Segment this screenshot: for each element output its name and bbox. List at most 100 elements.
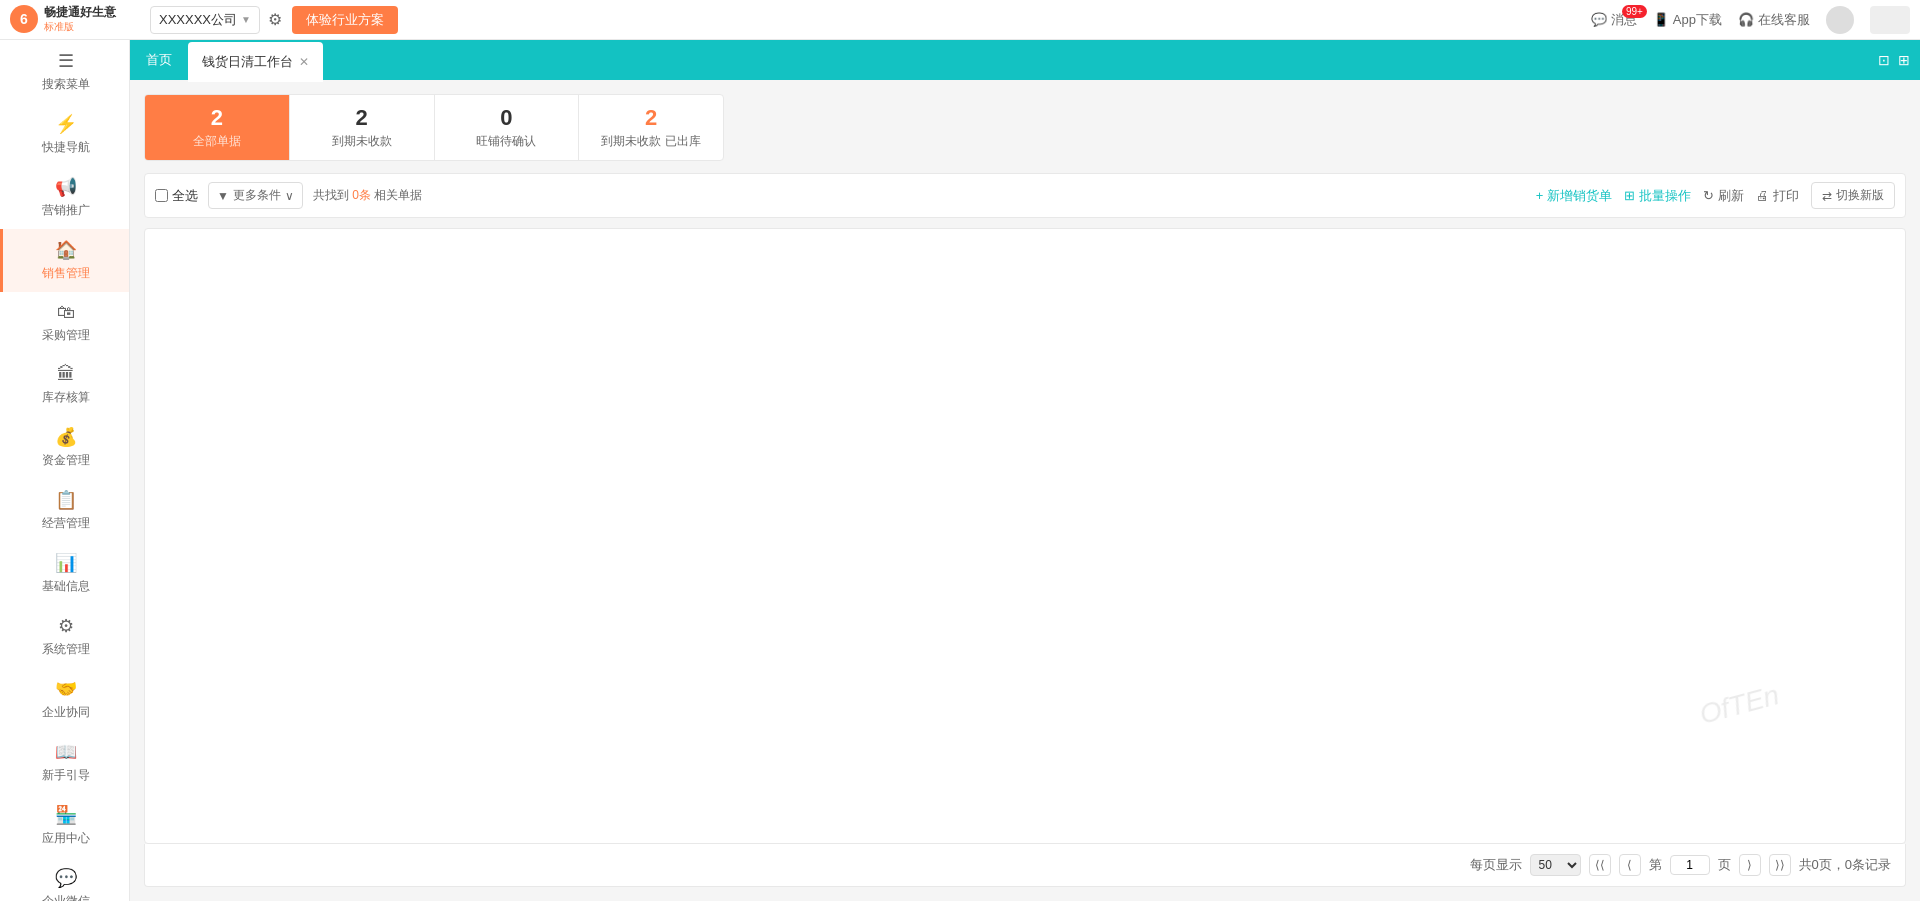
tab-workbench[interactable]: 钱货日清工作台 ✕ [188,42,323,82]
print-button[interactable]: 🖨 打印 [1756,187,1799,205]
operations-icon: 📋 [55,489,77,511]
stats-num-all: 2 [159,105,275,131]
service-icon: 🎧 [1738,12,1754,27]
sidebar-item-marketing[interactable]: 📢 营销推广 [0,166,129,229]
sidebar-label-quicknav: 快捷导航 [42,139,90,156]
sidebar-item-purchase[interactable]: 🛍 采购管理 [0,292,129,354]
stats-tab-overdue[interactable]: 2 到期未收款 [290,95,435,160]
user-name-area[interactable] [1870,6,1910,34]
stats-num-shipped: 2 [593,105,709,131]
tab-close-icon[interactable]: ✕ [299,55,309,69]
online-service-button[interactable]: 🎧 在线客服 [1738,11,1810,29]
app-download-button[interactable]: 📱 App下载 [1653,11,1722,29]
sales-icon: 🏠 [55,239,77,261]
main-layout: ☰ 搜索菜单 ⚡ 快捷导航 📢 营销推广 🏠 销售管理 🛍 采购管理 🏛 库存核… [0,40,1920,901]
table-area [144,228,1906,844]
switch-new-version-button[interactable]: ⇄ 切换新版 [1811,182,1895,209]
sidebar-item-search[interactable]: ☰ 搜索菜单 [0,40,129,103]
stats-tab-wangpu[interactable]: 0 旺铺待确认 [435,95,580,160]
sidebar-label-sales: 销售管理 [42,265,90,282]
wechat-icon: 💬 [55,867,77,889]
filter-label: 更多条件 [233,187,281,204]
stats-num-wangpu: 0 [449,105,565,131]
sidebar-label-basicinfo: 基础信息 [42,578,90,595]
app-download-label: App下载 [1673,11,1722,29]
stats-label-wangpu: 旺铺待确认 [449,133,565,150]
finance-icon: 💰 [55,426,77,448]
select-all-checkbox[interactable] [155,189,168,202]
page-number-input[interactable] [1670,855,1710,875]
sidebar-item-basicinfo[interactable]: 📊 基础信息 [0,542,129,605]
sidebar-label-wechat: 企业微信 [42,893,90,901]
total-records: 共0页，0条记录 [1799,856,1891,874]
enterprise-icon: 🤝 [55,678,77,700]
sidebar-item-guide[interactable]: 📖 新手引导 [0,731,129,794]
page-next-button[interactable]: ⟩ [1739,854,1761,876]
stats-tabs: 2 全部单据 2 到期未收款 0 旺铺待确认 2 到期未收款 已出库 [144,94,724,161]
sidebar-item-appcenter[interactable]: 🏪 应用中心 [0,794,129,857]
toolbar: 全选 ▼ 更多条件 ∨ 共找到 0条 相关单据 + 新增销货单 ⊞ 批量操作 [144,173,1906,218]
dropdown-arrow-icon: ▼ [241,14,251,25]
refresh-icon: ↻ [1703,188,1714,203]
sidebar-item-wechat[interactable]: 💬 企业微信 [0,857,129,901]
tab-workbench-label: 钱货日清工作台 [202,53,293,71]
stats-tab-all[interactable]: 2 全部单据 [145,95,290,160]
page-first-button[interactable]: ⟨⟨ [1589,854,1611,876]
search-menu-icon: ☰ [58,50,74,72]
sidebar-item-sales[interactable]: 🏠 销售管理 [0,229,129,292]
appcenter-icon: 🏪 [55,804,77,826]
company-name: XXXXXX公司 [159,11,237,29]
avatar[interactable] [1826,6,1854,34]
filter-button[interactable]: ▼ 更多条件 ∨ [208,182,303,209]
logo-sub: 标准版 [44,20,116,34]
tab-home-label: 首页 [146,51,172,69]
stats-label-overdue: 到期未收款 [304,133,420,150]
company-selector[interactable]: XXXXXX公司 ▼ [150,6,260,34]
sidebar-label-finance: 资金管理 [42,452,90,469]
sidebar-label-search: 搜索菜单 [42,76,90,93]
sidebar-label-system: 系统管理 [42,641,90,658]
messages-badge: 99+ [1622,5,1647,18]
logo-title: 畅捷通好生意 [44,5,116,19]
tab-bar: 首页 钱货日清工作台 ✕ ⊡ ⊞ [130,40,1920,80]
tab-home[interactable]: 首页 [130,40,188,80]
select-all-checkbox-area[interactable]: 全选 [155,187,198,205]
logo-icon: 6 [10,5,38,33]
per-page-select[interactable]: 50 100 200 [1530,854,1581,876]
sidebar-label-marketing: 营销推广 [42,202,90,219]
toolbar-right: + 新增销货单 ⊞ 批量操作 ↻ 刷新 🖨 打印 ⇄ [1536,182,1895,209]
sidebar-item-quicknav[interactable]: ⚡ 快捷导航 [0,103,129,166]
online-service-label: 在线客服 [1758,11,1810,29]
batch-operation-button[interactable]: ⊞ 批量操作 [1624,187,1691,205]
sidebar-label-enterprise: 企业协同 [42,704,90,721]
page-suffix: 页 [1718,856,1731,874]
message-icon: 💬 [1591,12,1607,27]
refresh-button[interactable]: ↻ 刷新 [1703,187,1744,205]
page-label: 第 [1649,856,1662,874]
guide-icon: 📖 [55,741,77,763]
sidebar-label-inventory: 库存核算 [42,389,90,406]
settings-icon[interactable]: ⚙ [268,10,282,29]
inventory-icon: 🏛 [57,364,75,385]
found-text: 共找到 0条 相关单据 [313,187,422,204]
tab-maximize-icon[interactable]: ⊞ [1898,52,1910,68]
batch-icon: ⊞ [1624,188,1635,203]
top-right-actions: 💬 消息 99+ 📱 App下载 🎧 在线客服 [1591,6,1910,34]
logo-area: 6 畅捷通好生意 标准版 [10,5,140,33]
basicinfo-icon: 📊 [55,552,77,574]
add-sales-order-button[interactable]: + 新增销货单 [1536,187,1612,205]
sidebar-item-inventory[interactable]: 🏛 库存核算 [0,354,129,416]
sidebar-item-operations[interactable]: 📋 经营管理 [0,479,129,542]
sidebar-item-system[interactable]: ⚙ 系统管理 [0,605,129,668]
tab-minimize-icon[interactable]: ⊡ [1878,52,1890,68]
sidebar-item-enterprise[interactable]: 🤝 企业协同 [0,668,129,731]
sidebar-item-finance[interactable]: 💰 资金管理 [0,416,129,479]
stats-tab-shipped[interactable]: 2 到期未收款 已出库 [579,95,723,160]
page-last-button[interactable]: ⟩⟩ [1769,854,1791,876]
content-area: 首页 钱货日清工作台 ✕ ⊡ ⊞ 2 全部单据 2 到期未收款 [130,40,1920,901]
sidebar-label-purchase: 采购管理 [42,327,90,344]
trial-button[interactable]: 体验行业方案 [292,6,398,34]
page-prev-button[interactable]: ⟨ [1619,854,1641,876]
found-count: 0条 [352,188,371,202]
messages-button[interactable]: 💬 消息 99+ [1591,11,1637,29]
